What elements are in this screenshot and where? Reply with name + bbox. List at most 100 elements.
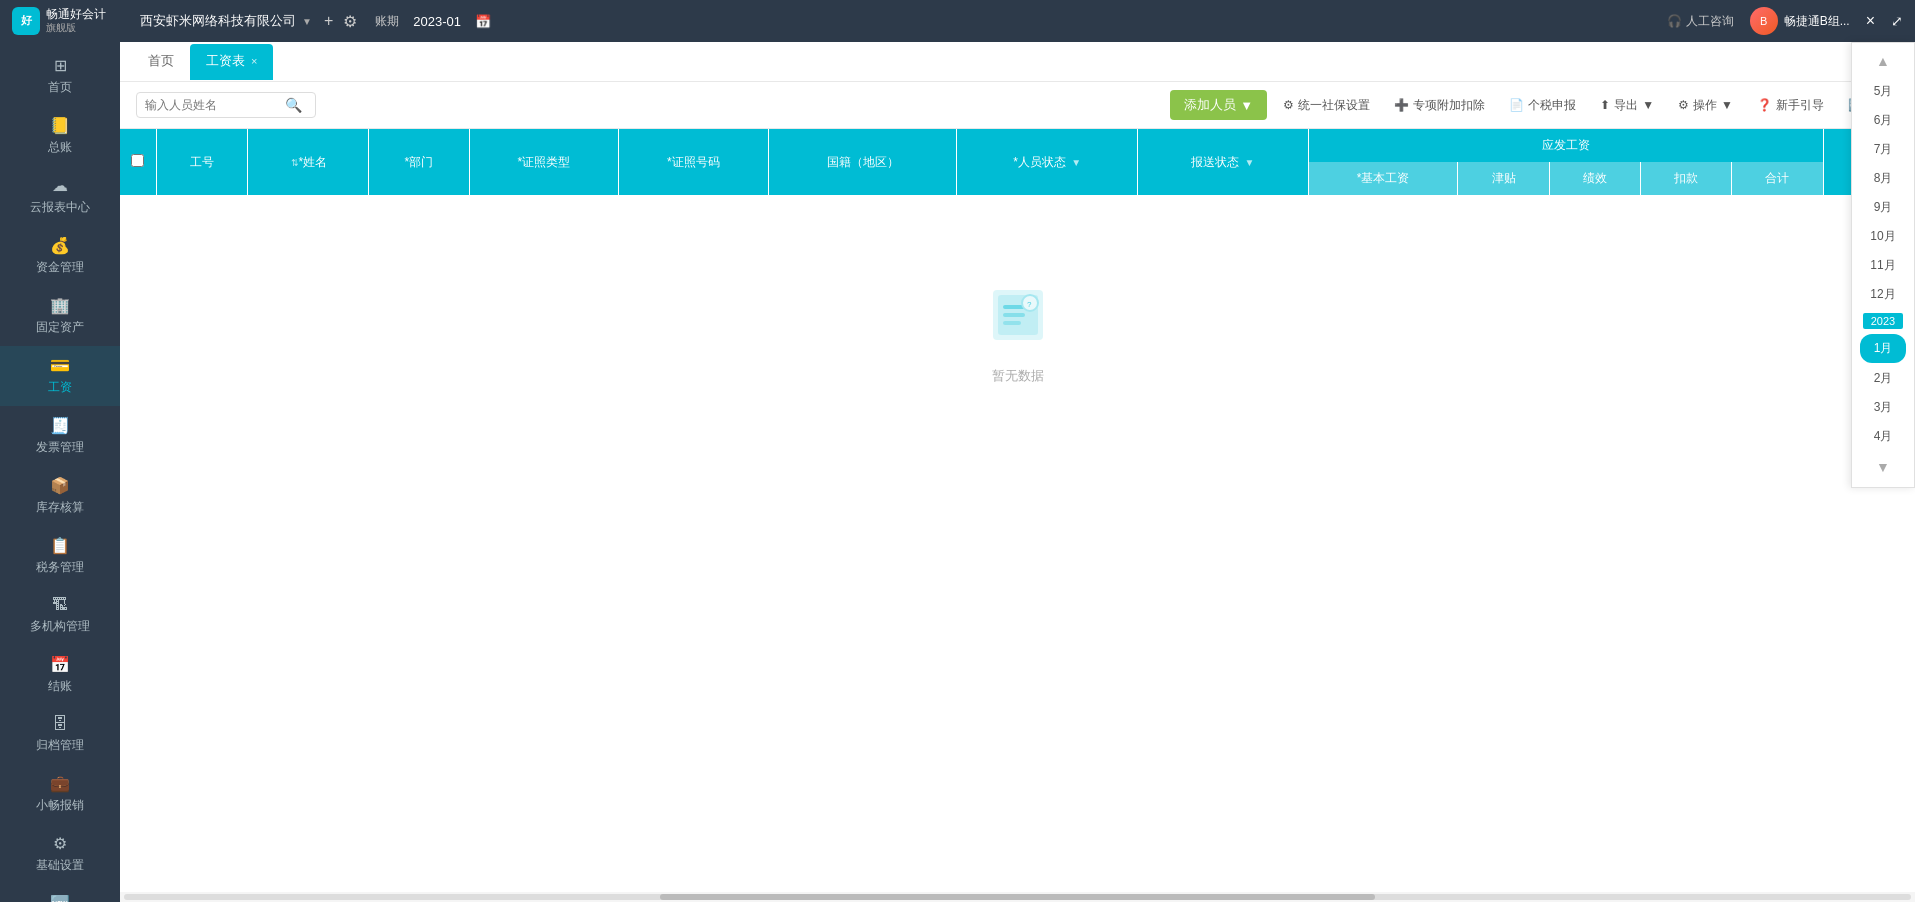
period-month-3[interactable]: 3月 [1852,393,1914,422]
sidebar-item-ledger[interactable]: 📒 总账 [0,106,120,166]
empty-text: 暂无数据 [992,367,1044,385]
support-button[interactable]: 🎧 人工咨询 [1667,13,1734,30]
sidebar-item-inventory[interactable]: 📦 库存核算 [0,466,120,526]
company-selector[interactable]: 西安虾米网络科技有限公司 ▼ [140,12,312,30]
th-salary-group: 应发工资 [1308,129,1823,162]
personal-tax-btn[interactable]: 📄 个税申报 [1501,93,1584,118]
sidebar-label-ledger: 总账 [48,139,72,156]
sidebar-label-asset: 固定资产 [36,319,84,336]
sidebar-item-cloud-report[interactable]: ☁ 云报表中心 [0,166,120,226]
status-filter-icon[interactable]: ▼ [1071,157,1081,168]
scrollbar-thumb[interactable] [660,894,1375,900]
export-btn[interactable]: ⬆ 导出 ▼ [1592,93,1662,118]
archive-icon: 🗄 [52,715,68,733]
add-btn-label: 添加人员 [1184,96,1236,114]
export-label: 导出 [1614,97,1638,114]
cloud-icon: ☁ [52,176,68,195]
social-security-label: 统一社保设置 [1298,97,1370,114]
sidebar-label-payroll: 工资 [48,379,72,396]
sidebar-label-cloud: 云报表中心 [30,199,90,216]
sidebar-item-settings[interactable]: ⚙ 基础设置 [0,824,120,884]
maximize-window-btn[interactable]: ⤢ [1891,13,1903,29]
report-status-filter-icon[interactable]: ▼ [1245,157,1255,168]
add-company-btn[interactable]: + [324,12,333,30]
social-security-btn[interactable]: ⚙ 统一社保设置 [1275,93,1378,118]
table-scrollbar[interactable] [120,892,1915,902]
period-month-6[interactable]: 6月 [1852,106,1914,135]
operation-arrow-icon: ▼ [1721,98,1733,112]
close-window-btn[interactable]: × [1866,12,1875,30]
sidebar-item-invoice[interactable]: 🧾 发票管理 [0,406,120,466]
tab-close-btn[interactable]: × [251,55,257,67]
sidebar-item-home[interactable]: ⊞ 首页 [0,46,120,106]
period-label: 账期 [375,13,399,30]
sidebar-item-expense[interactable]: 💼 小畅报销 [0,764,120,824]
add-btn-arrow: ▼ [1240,98,1253,113]
sidebar-label-close: 结账 [48,678,72,695]
sort-icon: ⇅ [291,158,299,168]
user-area[interactable]: B 畅捷通B组... [1750,7,1850,35]
period-month-10[interactable]: 10月 [1852,222,1914,251]
sidebar-label-home: 首页 [48,79,72,96]
ledger-icon: 📒 [50,116,70,135]
logo-subtitle: 旗舰版 [46,21,106,35]
expense-icon: 💼 [50,774,70,793]
operation-btn[interactable]: ⚙ 操作 ▼ [1670,93,1741,118]
sidebar-item-guide[interactable]: 🆕 新手引导 [0,884,120,902]
sidebar-item-archive[interactable]: 🗄 归档管理 [0,705,120,764]
tab-payroll-table[interactable]: 工资表 × [190,44,273,80]
th-checkbox[interactable] [120,129,156,195]
period-month-12[interactable]: 12月 [1852,280,1914,309]
sidebar-item-tax[interactable]: 📋 税务管理 [0,526,120,586]
period-down-btn[interactable]: ▼ [1872,455,1894,479]
special-deduct-btn[interactable]: ➕ 专项附加扣除 [1386,93,1493,118]
sidebar-item-asset[interactable]: 🏢 固定资产 [0,286,120,346]
period-month-9[interactable]: 9月 [1852,193,1914,222]
guide-btn[interactable]: ❓ 新手引导 [1749,93,1832,118]
content-area: 首页 工资表 × 🔍 添加人员 ▼ ⚙ 统一社保设置 ➕ 专 [120,42,1915,902]
sidebar-item-multi-org[interactable]: 🏗 多机构管理 [0,586,120,645]
search-input[interactable] [145,98,285,112]
logo-title: 畅通好会计 [46,7,106,21]
period-month-5[interactable]: 5月 [1852,77,1914,106]
svg-rect-3 [1003,313,1025,317]
select-all-checkbox[interactable] [131,154,144,167]
tab-home[interactable]: 首页 [132,44,190,80]
period-month-2[interactable]: 2月 [1852,364,1914,393]
th-empno: 工号 [156,129,247,195]
export-arrow-icon: ▼ [1642,98,1654,112]
company-name: 西安虾米网络科技有限公司 [140,12,296,30]
headset-icon: 🎧 [1667,14,1682,28]
settings-btn[interactable]: ⚙ [343,12,357,31]
guide-icon: 🆕 [50,894,70,902]
company-dropdown-icon[interactable]: ▼ [302,16,312,27]
add-person-btn[interactable]: 添加人员 ▼ [1170,90,1267,120]
period-month-7[interactable]: 7月 [1852,135,1914,164]
asset-icon: 🏢 [50,296,70,315]
period-month-8[interactable]: 8月 [1852,164,1914,193]
export-icon: ⬆ [1600,98,1610,112]
payroll-icon: 💳 [50,356,70,375]
search-icon[interactable]: 🔍 [285,97,302,113]
tab-bar: 首页 工资表 × [120,42,1915,82]
sidebar-item-fund[interactable]: 💰 资金管理 [0,226,120,286]
tab-payroll-label: 工资表 [206,52,245,70]
th-report-status: 报送状态 ▼ [1137,129,1308,195]
th-base-salary: *基本工资 [1308,162,1458,195]
period-up-btn[interactable]: ▲ [1872,49,1894,73]
th-deduction: 扣款 [1640,162,1731,195]
header-actions: + ⚙ 账期 2023-01 📅 [324,12,491,31]
th-dept: *部门 [368,129,469,195]
search-wrap: 🔍 [136,92,316,118]
invoice-icon: 🧾 [50,416,70,435]
calendar-icon[interactable]: 📅 [475,14,491,29]
period-month-4[interactable]: 4月 [1852,422,1914,451]
period-month-1[interactable]: 1月 [1860,334,1906,363]
inventory-icon: 📦 [50,476,70,495]
scrollbar-track [124,894,1911,900]
toolbar: 🔍 添加人员 ▼ ⚙ 统一社保设置 ➕ 专项附加扣除 📄 个税申报 ⬆ 导出 [120,82,1915,129]
period-month-11[interactable]: 11月 [1852,251,1914,280]
sidebar-item-close-accounts[interactable]: 📅 结账 [0,645,120,705]
sidebar-item-payroll[interactable]: 💳 工资 [0,346,120,406]
fund-icon: 💰 [50,236,70,255]
